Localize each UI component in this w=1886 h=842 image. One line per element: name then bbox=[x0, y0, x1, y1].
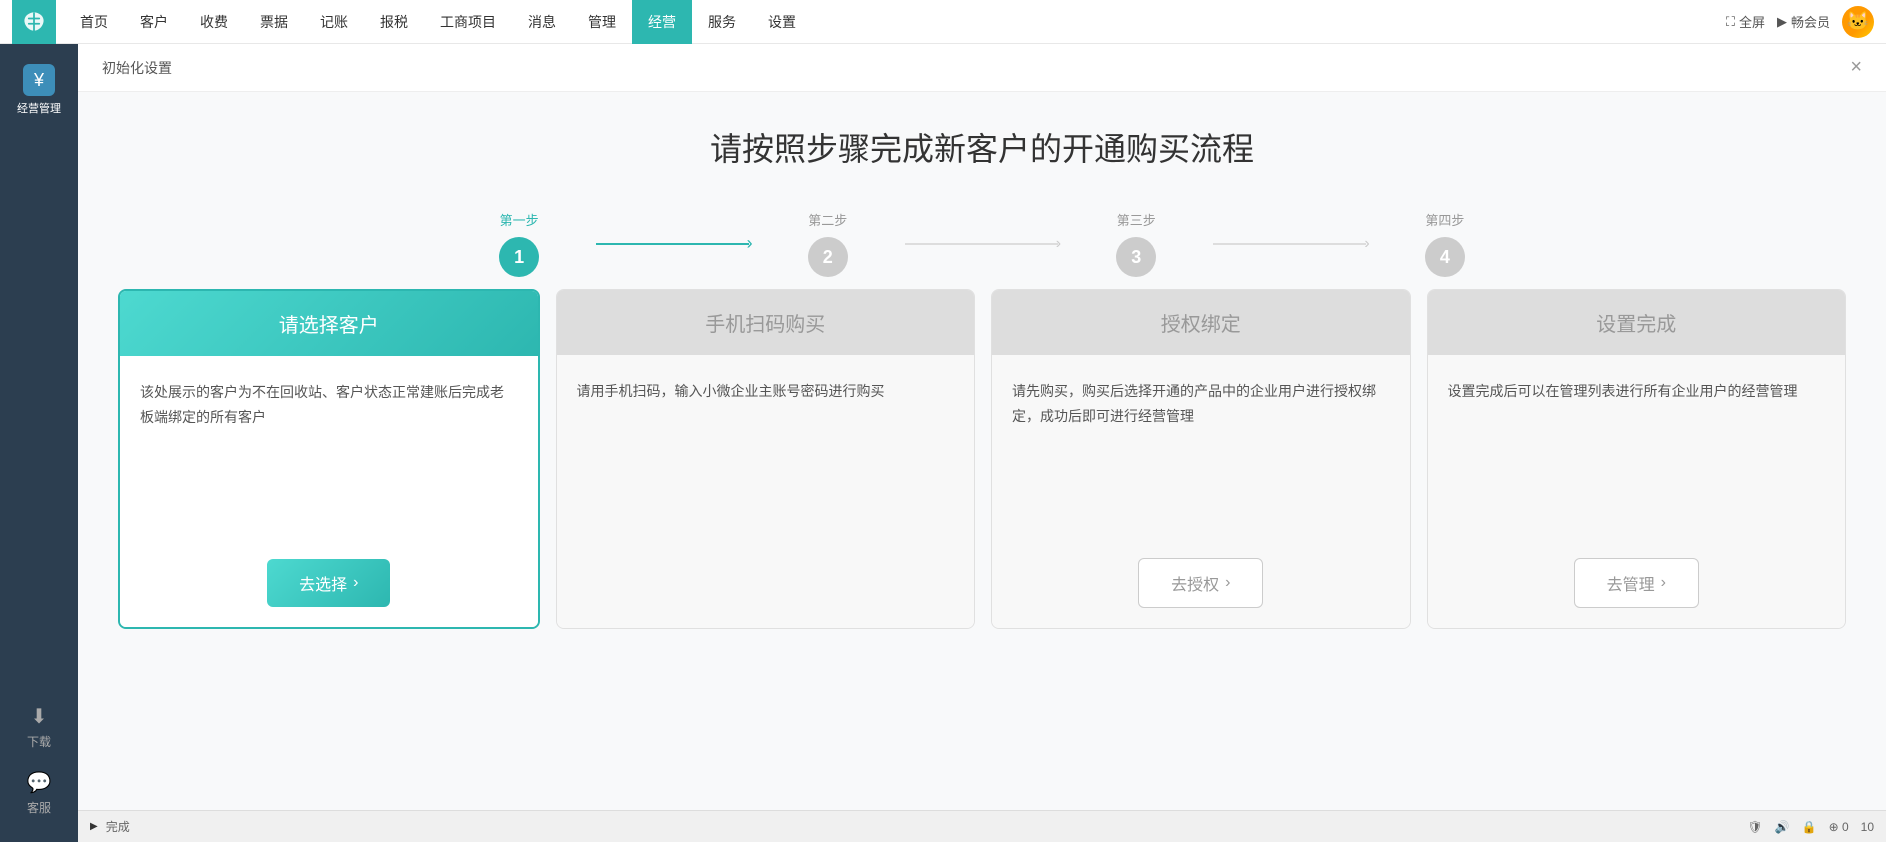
bottom-bar-left: ▶ 完成 bbox=[90, 818, 130, 835]
support-icon: 💬 bbox=[27, 770, 52, 795]
nav-items: 首页 客户 收费 票据 记账 报税 工商项目 消息 管理 经营 服务 设置 bbox=[64, 0, 1726, 44]
member-button[interactable]: ▶ 畅会员 bbox=[1777, 12, 1830, 31]
step-card-2-header: 手机扫码购买 bbox=[557, 290, 975, 355]
step-card-3-footer: 去授权 › bbox=[992, 538, 1410, 628]
main-content: 请按照步骤完成新客户的开通购买流程 第一步 1 › 第二步 2 bbox=[78, 92, 1886, 810]
steps-progress: 第一步 1 › 第二步 2 › bbox=[382, 210, 1582, 277]
speaker-icon: 🔊 bbox=[1775, 820, 1790, 834]
notification-label: ⊕ 0 bbox=[1829, 820, 1849, 834]
nav-account[interactable]: 记账 bbox=[304, 0, 364, 44]
step-label-1: 第一步 bbox=[500, 210, 539, 229]
manage-arrow-icon: › bbox=[1661, 574, 1666, 592]
step-card-4-title: 设置完成 bbox=[1596, 314, 1676, 336]
operation-icon: ¥ bbox=[23, 64, 55, 96]
step-card-2-footer bbox=[557, 588, 975, 628]
step-node-2: 第二步 2 bbox=[751, 210, 905, 277]
step-circle-4: 4 bbox=[1425, 237, 1465, 277]
avatar[interactable]: 🐱 bbox=[1842, 6, 1874, 38]
step-card-1-title: 请选择客户 bbox=[279, 315, 379, 337]
time-label: 10 bbox=[1861, 820, 1874, 834]
step-card-1-body: 该处展示的客户为不在回收站、客户状态正常建账后完成老板端绑定的所有客户 bbox=[120, 356, 538, 539]
step-card-3-header: 授权绑定 bbox=[992, 290, 1410, 355]
bottom-bar: ▶ 完成 🛡 🔊 🔒 ⊕ 0 10 bbox=[78, 810, 1886, 842]
step-card-3-desc: 请先购买，购买后选择开通的产品中的企业用户进行授权绑定，成功后即可进行经营管理 bbox=[1012, 383, 1376, 424]
sidebar-item-operation[interactable]: ¥ 经营管理 bbox=[0, 52, 78, 128]
step-card-1-footer: 去选择 › bbox=[120, 539, 538, 627]
download-icon: ⬇ bbox=[31, 704, 48, 729]
select-customer-button[interactable]: 去选择 › bbox=[267, 559, 390, 607]
step-card-1: 请选择客户 该处展示的客户为不在回收站、客户状态正常建账后完成老板端绑定的所有客… bbox=[118, 289, 540, 629]
step-circle-2: 2 bbox=[808, 237, 848, 277]
sidebar-support[interactable]: 💬 客服 bbox=[0, 760, 78, 826]
lock-icon: 🔒 bbox=[1802, 820, 1817, 834]
status-label: 完成 bbox=[106, 818, 130, 835]
content-area: 初始化设置 × 请按照步骤完成新客户的开通购买流程 第一步 1 › bbox=[78, 44, 1886, 842]
nav-settings[interactable]: 设置 bbox=[752, 0, 812, 44]
nav-ticket[interactable]: 票据 bbox=[244, 0, 304, 44]
step-card-3: 授权绑定 请先购买，购买后选择开通的产品中的企业用户进行授权绑定，成功后即可进行… bbox=[991, 289, 1411, 629]
sidebar-bottom: ⬇ 下载 💬 客服 bbox=[0, 694, 78, 842]
nav-logo bbox=[12, 0, 56, 44]
play-icon: ▶ bbox=[90, 821, 98, 832]
nav-manage[interactable]: 管理 bbox=[572, 0, 632, 44]
step-card-4: 设置完成 设置完成后可以在管理列表进行所有企业用户的经营管理 去管理 › bbox=[1427, 289, 1847, 629]
breadcrumb: 初始化设置 bbox=[102, 58, 172, 78]
step-cards: 请选择客户 该处展示的客户为不在回收站、客户状态正常建账后完成老板端绑定的所有客… bbox=[118, 289, 1846, 629]
step-card-3-body: 请先购买，购买后选择开通的产品中的企业用户进行授权绑定，成功后即可进行经营管理 bbox=[992, 355, 1410, 538]
manage-button[interactable]: 去管理 › bbox=[1574, 558, 1699, 608]
top-nav: 首页 客户 收费 票据 记账 报税 工商项目 消息 管理 经营 服务 设置 ⛶ … bbox=[0, 0, 1886, 44]
authorize-button[interactable]: 去授权 › bbox=[1138, 558, 1263, 608]
connector-1-2: › bbox=[596, 233, 750, 254]
nav-service[interactable]: 服务 bbox=[692, 0, 752, 44]
fullscreen-button[interactable]: ⛶ 全屏 bbox=[1726, 12, 1765, 31]
select-arrow-icon: › bbox=[353, 574, 358, 592]
sidebar: ¥ 经营管理 ⬇ 下载 💬 客服 bbox=[0, 44, 78, 842]
nav-customer[interactable]: 客户 bbox=[124, 0, 184, 44]
step-node-3: 第三步 3 bbox=[1059, 210, 1213, 277]
step-card-4-footer: 去管理 › bbox=[1428, 538, 1846, 628]
connector-2-3: › bbox=[905, 235, 1059, 253]
step-card-2-desc: 请用手机扫码，输入小微企业主账号密码进行购买 bbox=[577, 383, 885, 399]
nav-tax[interactable]: 报税 bbox=[364, 0, 424, 44]
step-label-4: 第四步 bbox=[1425, 210, 1464, 229]
step-label-2: 第二步 bbox=[808, 210, 847, 229]
shield-icon: 🛡 bbox=[1747, 820, 1762, 834]
sidebar-item-label: 经营管理 bbox=[17, 100, 61, 116]
nav-business[interactable]: 工商项目 bbox=[424, 0, 512, 44]
step-card-2-body: 请用手机扫码，输入小微企业主账号密码进行购买 bbox=[557, 355, 975, 588]
authorize-arrow-icon: › bbox=[1225, 574, 1230, 592]
step-card-4-desc: 设置完成后可以在管理列表进行所有企业用户的经营管理 bbox=[1448, 383, 1798, 399]
step-card-1-desc: 该处展示的客户为不在回收站、客户状态正常建账后完成老板端绑定的所有客户 bbox=[140, 384, 504, 425]
step-circle-3: 3 bbox=[1116, 237, 1156, 277]
step-label-3: 第三步 bbox=[1117, 210, 1156, 229]
connector-3-4: › bbox=[1213, 235, 1367, 253]
step-card-4-header: 设置完成 bbox=[1428, 290, 1846, 355]
nav-operation[interactable]: 经营 bbox=[632, 0, 692, 44]
step-card-4-body: 设置完成后可以在管理列表进行所有企业用户的经营管理 bbox=[1428, 355, 1846, 538]
nav-right: ⛶ 全屏 ▶ 畅会员 🐱 bbox=[1726, 6, 1874, 38]
page-title: 请按照步骤完成新客户的开通购买流程 bbox=[118, 124, 1846, 170]
step-node-4: 第四步 4 bbox=[1368, 210, 1522, 277]
step-circle-1: 1 bbox=[499, 237, 539, 277]
step-card-1-header: 请选择客户 bbox=[120, 291, 538, 356]
nav-charge[interactable]: 收费 bbox=[184, 0, 244, 44]
step-card-3-title: 授权绑定 bbox=[1161, 314, 1241, 336]
nav-message[interactable]: 消息 bbox=[512, 0, 572, 44]
nav-home[interactable]: 首页 bbox=[64, 0, 124, 44]
close-button[interactable]: × bbox=[1850, 56, 1862, 79]
step-node-1: 第一步 1 bbox=[442, 210, 596, 277]
sidebar-download[interactable]: ⬇ 下载 bbox=[0, 694, 78, 760]
step-card-2-title: 手机扫码购买 bbox=[705, 314, 825, 336]
content-header: 初始化设置 × bbox=[78, 44, 1886, 92]
step-card-2: 手机扫码购买 请用手机扫码，输入小微企业主账号密码进行购买 bbox=[556, 289, 976, 629]
bottom-bar-right: 🛡 🔊 🔒 ⊕ 0 10 bbox=[1747, 820, 1874, 834]
